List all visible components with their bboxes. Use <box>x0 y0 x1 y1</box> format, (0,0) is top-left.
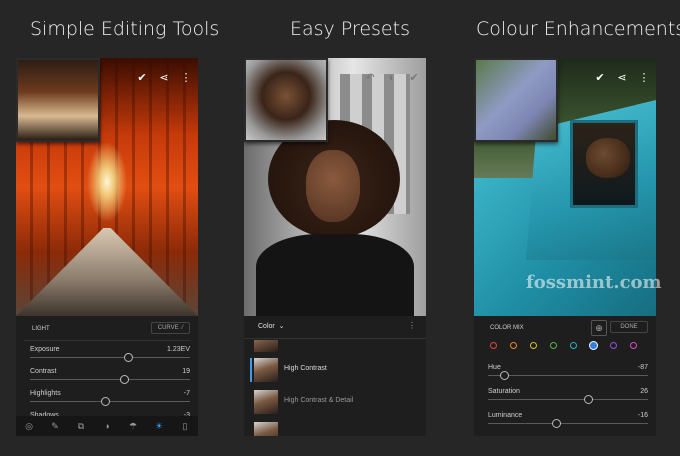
slider-value: 26 <box>640 388 648 395</box>
caption-easy-presets: Easy Presets <box>290 18 410 40</box>
adjust-icon[interactable]: ◑ <box>101 421 113 431</box>
brush-icon[interactable]: ✎ <box>49 421 61 432</box>
dropdown-label: Color <box>258 323 275 330</box>
dog-head <box>586 138 630 178</box>
check-icon[interactable]: ✔ <box>408 72 420 84</box>
preset-label: High Contrast & Detail <box>284 397 354 404</box>
target-adjust-icon[interactable]: ⊕ <box>591 320 607 336</box>
light-panel: LIGHT CURVE ⁄ Exposure 1.23EV Contrast 1… <box>16 316 198 419</box>
caption-editing-tools: Simple Editing Tools <box>30 18 220 40</box>
slider-knob[interactable] <box>551 419 561 428</box>
slider-label: Luminance <box>488 412 523 419</box>
slider-row[interactable]: Saturation 26 <box>474 386 656 408</box>
check-circle-icon[interactable]: ✔ <box>594 72 606 84</box>
color-swatch-red[interactable] <box>490 342 497 349</box>
color-swatch-purple[interactable] <box>610 342 617 349</box>
slider-row[interactable]: Luminance -16 <box>474 410 656 432</box>
original-thumbnail <box>16 58 100 142</box>
slider-knob[interactable] <box>124 353 134 362</box>
original-thumbnail <box>474 58 558 142</box>
light-icon[interactable]: ☀ <box>153 421 165 432</box>
preset-thumbnail <box>254 422 278 436</box>
done-button[interactable]: DONE <box>610 321 648 333</box>
undo-icon[interactable]: ↶ <box>364 72 376 84</box>
share-icon[interactable]: ⋖ <box>158 72 170 84</box>
preset-item-high-contrast-detail[interactable]: High Contrast & Detail <box>244 388 426 416</box>
color-swatch-aqua[interactable] <box>570 342 577 349</box>
panel-divider <box>244 338 426 339</box>
slider-label: Saturation <box>488 388 520 395</box>
phone-easy-presets: ↶ ◐ ✔ Color ⌄ ⋮ High Contrast High Contr… <box>244 58 426 436</box>
slider-row[interactable]: Highlights -7 <box>16 388 198 410</box>
crop-icon[interactable]: ⧉ <box>75 421 87 432</box>
color-swatch-green[interactable] <box>550 342 557 349</box>
color-swatch-blue[interactable] <box>590 342 597 349</box>
shirt-shape <box>256 234 414 316</box>
preset-item-partial[interactable] <box>244 340 426 352</box>
preset-thumbnail <box>254 390 278 414</box>
slider-value: -16 <box>637 412 648 419</box>
more-vertical-icon[interactable]: ⋮ <box>638 72 650 84</box>
slider-row[interactable]: Exposure 1.23EV <box>16 344 198 366</box>
slider-value: -87 <box>637 364 648 371</box>
top-icons: ✔ ⋖ ⋮ <box>594 72 650 84</box>
panel-title: COLOR MIX <box>490 325 524 331</box>
edit-toolbar: ◎ ✎ ⧉ ◑ ☂ ☀ ▯ <box>16 416 198 436</box>
preset-item-partial[interactable] <box>244 420 426 436</box>
slider-track[interactable] <box>488 375 648 376</box>
slider-label: Highlights <box>30 390 61 397</box>
slider-value: -7 <box>183 390 190 397</box>
slider-track[interactable] <box>30 379 190 380</box>
curve-label: CURVE <box>157 325 179 331</box>
top-icons: ↶ ◐ ✔ <box>364 72 420 84</box>
slider-knob[interactable] <box>500 371 510 380</box>
done-label: DONE <box>620 324 638 330</box>
color-swatch-yellow[interactable] <box>530 342 537 349</box>
color-swatch-row <box>474 342 656 354</box>
compare-icon[interactable]: ◐ <box>386 72 398 84</box>
preset-thumbnail <box>254 340 278 352</box>
phone-editing-tools: ✔ ⋖ ⋮ LIGHT CURVE ⁄ Exposure 1.23EV Cont… <box>16 58 198 436</box>
color-swatch-orange[interactable] <box>510 342 517 349</box>
curve-button[interactable]: CURVE ⁄ <box>150 322 190 334</box>
top-icons: ✔ ⋖ ⋮ <box>136 72 192 84</box>
watermark-text: fossmint.com <box>526 272 662 293</box>
slider-row[interactable]: Hue -87 <box>474 362 656 384</box>
slider-row[interactable]: Contrast 19 <box>16 366 198 388</box>
panel-title: LIGHT <box>32 326 50 332</box>
chevron-down-icon: ⌄ <box>276 323 285 330</box>
slider-value: 19 <box>182 368 190 375</box>
phone-colour-enhancements: ✔ ⋖ ⋮ COLOR MIX ⊕ DONE Hue -87 Saturatio… <box>474 58 656 436</box>
selected-indicator <box>250 358 252 382</box>
effects-icon[interactable]: ▯ <box>179 421 191 432</box>
slider-value: 1.23EV <box>167 346 190 353</box>
preset-thumbnail <box>254 358 278 382</box>
more-vertical-icon[interactable]: ⋮ <box>180 72 192 84</box>
presets-panel: Color ⌄ ⋮ High Contrast High Contrast & … <box>244 316 426 436</box>
slider-track[interactable] <box>488 399 648 400</box>
pen-icon: ⁄ <box>180 325 183 331</box>
check-circle-icon[interactable]: ✔ <box>136 72 148 84</box>
more-vertical-icon[interactable]: ⋮ <box>408 321 416 330</box>
slider-label: Hue <box>488 364 501 371</box>
slider-knob[interactable] <box>583 395 593 404</box>
share-icon[interactable]: ⋖ <box>616 72 628 84</box>
slider-label: Contrast <box>30 368 57 375</box>
face-shape <box>306 150 360 222</box>
slider-label: Exposure <box>30 346 60 353</box>
preset-category-dropdown[interactable]: Color ⌄ <box>258 322 285 330</box>
preset-preview-thumbnail <box>244 58 328 142</box>
slider-track[interactable] <box>488 423 648 424</box>
panel-divider <box>24 340 190 341</box>
color-swatch-magenta[interactable] <box>630 342 637 349</box>
slider-knob[interactable] <box>119 375 129 384</box>
caption-colour-enhancements: Colour Enhancements <box>476 18 680 40</box>
slider-track[interactable] <box>30 357 190 358</box>
presets-icon[interactable]: ◎ <box>23 421 35 432</box>
slider-knob[interactable] <box>101 397 111 406</box>
color-mix-panel: COLOR MIX ⊕ DONE Hue -87 Saturation 26 L… <box>474 316 656 436</box>
preset-item-high-contrast[interactable]: High Contrast <box>244 356 426 384</box>
color-icon[interactable]: ☂ <box>127 421 139 432</box>
preset-label: High Contrast <box>284 365 327 372</box>
